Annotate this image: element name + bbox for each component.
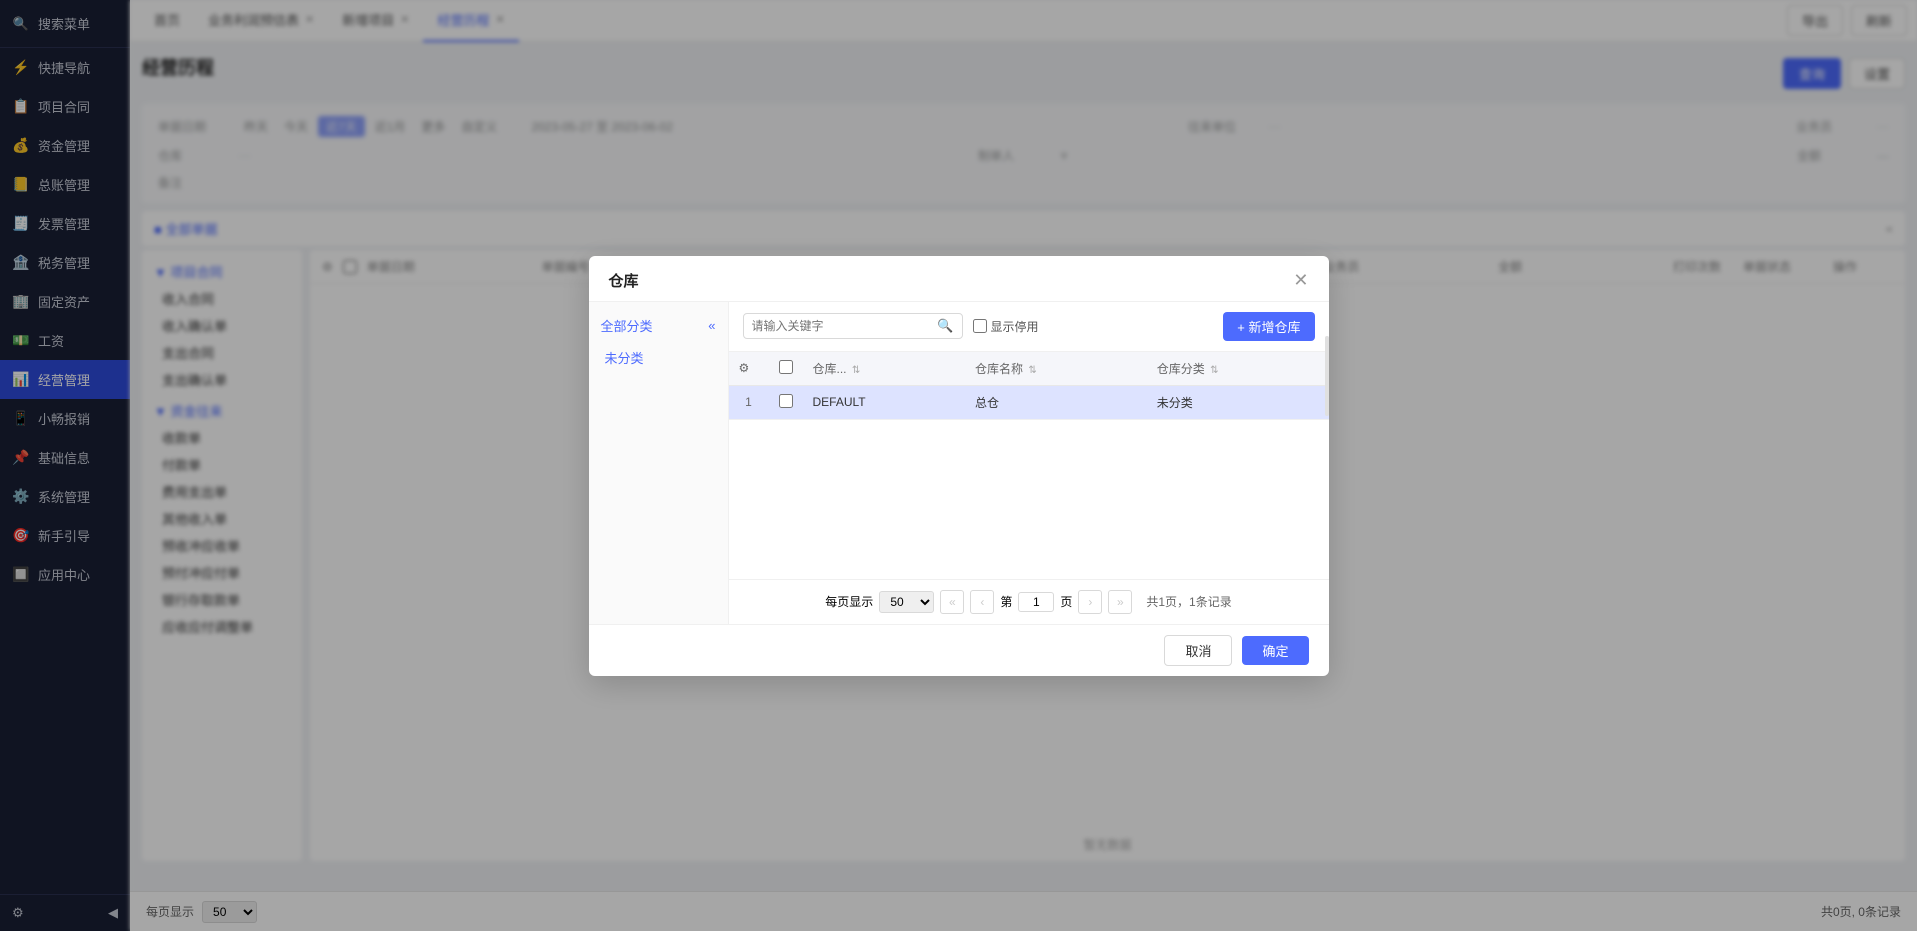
prev-page-btn[interactable]: ‹	[970, 590, 994, 614]
col-code-header[interactable]: 仓库... ⇅	[803, 352, 966, 386]
next-page-btn[interactable]: ›	[1078, 590, 1102, 614]
last-page-btn[interactable]: »	[1108, 590, 1132, 614]
show-disabled-wrap: 显示停用	[973, 318, 1039, 335]
warehouse-dialog: 仓库 ✕ 全部分类 « 未分类	[589, 256, 1329, 676]
collapse-left-icon[interactable]: «	[708, 318, 715, 333]
select-all-dialog-checkbox[interactable]	[779, 360, 793, 374]
dialog-close-btn[interactable]: ✕	[1293, 270, 1308, 291]
sort-name-icon: ⇅	[1028, 365, 1036, 376]
left-scroll-area: 未分类	[589, 341, 728, 616]
dialog-table: ⚙ 仓库... ⇅ 仓库名称	[729, 352, 1329, 579]
table-row[interactable]: 1 DEFAULT 总仓 未分类	[729, 385, 1329, 419]
first-page-btn[interactable]: «	[940, 590, 964, 614]
dialog-footer: 取消 确定	[589, 624, 1329, 676]
dialog-pagination: 每页显示 50 100 « ‹ 第 页 › » 共1页，1条记录	[729, 579, 1329, 624]
page-total: 共1页，1条记录	[1146, 593, 1231, 610]
dialog-right-panel: 🔍 显示停用 + 新增仓库 ⚙	[729, 302, 1329, 624]
row-index: 1	[729, 385, 769, 419]
cancel-button[interactable]: 取消	[1164, 635, 1232, 666]
col-name-header[interactable]: 仓库名称 ⇅	[965, 352, 1147, 386]
all-category-header[interactable]: 全部分类 «	[589, 310, 728, 341]
search-input[interactable]	[752, 319, 932, 333]
dialog-per-page-select[interactable]: 50 100	[879, 591, 934, 613]
search-icon: 🔍	[937, 318, 953, 334]
row-category: 未分类	[1147, 385, 1329, 419]
col-settings-header[interactable]: ⚙	[729, 352, 769, 386]
dialog-header: 仓库 ✕	[589, 256, 1329, 302]
row-checkbox[interactable]	[779, 394, 793, 408]
dialog-overlay: 仓库 ✕ 全部分类 « 未分类	[0, 0, 1917, 931]
page-label: 第	[1000, 593, 1012, 610]
page-unit: 页	[1060, 593, 1072, 610]
show-disabled-label: 显示停用	[991, 318, 1039, 335]
col-check-header[interactable]	[769, 352, 803, 386]
confirm-button[interactable]: 确定	[1242, 636, 1308, 665]
row-name: 总仓	[965, 385, 1147, 419]
left-scrollbar	[1325, 336, 1329, 416]
row-code: DEFAULT	[803, 385, 966, 419]
settings-icon: ⚙	[739, 361, 750, 375]
add-warehouse-button[interactable]: + 新增仓库	[1223, 312, 1314, 341]
dialog-title: 仓库	[609, 270, 639, 291]
search-input-wrap: 🔍	[743, 313, 963, 339]
sort-category-icon: ⇅	[1210, 365, 1218, 376]
per-page-label: 每页显示	[825, 593, 873, 610]
row-check[interactable]	[769, 385, 803, 419]
dialog-left-panel: 全部分类 « 未分类	[589, 302, 729, 624]
dialog-body: 全部分类 « 未分类 🔍	[589, 302, 1329, 624]
show-disabled-checkbox[interactable]	[973, 319, 987, 333]
all-category-label: 全部分类	[601, 316, 653, 335]
left-item-uncategorized[interactable]: 未分类	[589, 341, 728, 374]
page-input[interactable]	[1018, 592, 1054, 612]
left-item-uncategorized-label: 未分类	[605, 351, 644, 366]
dialog-search-bar: 🔍 显示停用 + 新增仓库	[729, 302, 1329, 352]
col-category-header[interactable]: 仓库分类 ⇅	[1147, 352, 1329, 386]
sort-code-icon: ⇅	[852, 365, 860, 376]
